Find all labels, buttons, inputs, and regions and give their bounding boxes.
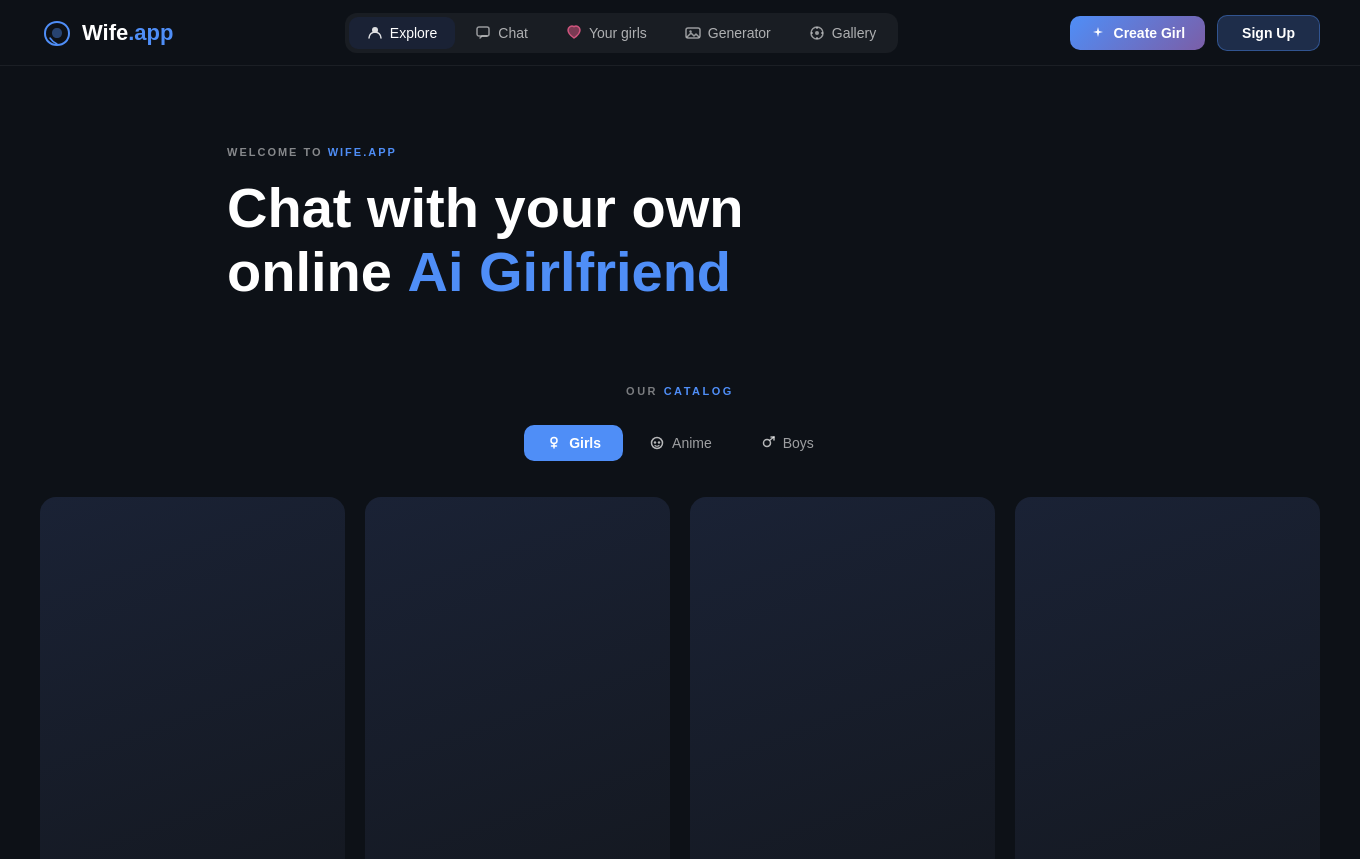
filter-girls[interactable]: Girls	[524, 425, 623, 461]
svg-point-5	[815, 31, 819, 35]
card-4[interactable]	[1015, 497, 1320, 859]
create-girl-button[interactable]: Create Girl	[1070, 16, 1206, 50]
cards-grid	[40, 497, 1320, 859]
card-1[interactable]	[40, 497, 345, 859]
header-right: Create Girl Sign Up	[1070, 15, 1320, 51]
user-icon	[367, 25, 383, 41]
female-icon	[546, 435, 562, 451]
svg-rect-1	[477, 27, 489, 36]
tab-gallery[interactable]: Gallery	[791, 17, 894, 49]
svg-point-10	[551, 437, 557, 443]
sparkle-icon	[1090, 25, 1106, 41]
hero-title: Chat with your own online Ai Girlfriend	[227, 176, 1133, 305]
tab-your-girls[interactable]: Your girls	[548, 17, 665, 49]
card-3[interactable]	[690, 497, 995, 859]
tab-chat[interactable]: Chat	[457, 17, 546, 49]
filter-tabs: Girls Anime Boys	[40, 425, 1320, 461]
filter-anime[interactable]: Anime	[627, 425, 734, 461]
male-icon	[760, 435, 776, 451]
welcome-label: WELCOME TO WIFE.APP	[227, 146, 1133, 158]
catalog-section: OUR CATALOG Girls Anime	[0, 365, 1360, 859]
catalog-label: OUR CATALOG	[40, 385, 1320, 397]
tab-generator[interactable]: Generator	[667, 17, 789, 49]
gallery-icon	[809, 25, 825, 41]
logo-text: Wife.app	[82, 20, 173, 46]
hero-section: WELCOME TO WIFE.APP Chat with your own o…	[0, 66, 1360, 365]
chat-icon	[475, 25, 491, 41]
anime-icon	[649, 435, 665, 451]
tab-explore[interactable]: Explore	[349, 17, 455, 49]
logo[interactable]: Wife.app	[40, 16, 173, 50]
svg-point-16	[763, 439, 770, 446]
logo-icon	[40, 16, 74, 50]
header: Wife.app Explore Chat Your girls	[0, 0, 1360, 66]
signup-button[interactable]: Sign Up	[1217, 15, 1320, 51]
filter-boys[interactable]: Boys	[738, 425, 836, 461]
svg-point-14	[654, 441, 656, 443]
card-2[interactable]	[365, 497, 670, 859]
image-icon	[685, 25, 701, 41]
nav-tabs: Explore Chat Your girls Generator	[345, 13, 898, 53]
heart-icon	[566, 25, 582, 41]
svg-point-15	[658, 441, 660, 443]
